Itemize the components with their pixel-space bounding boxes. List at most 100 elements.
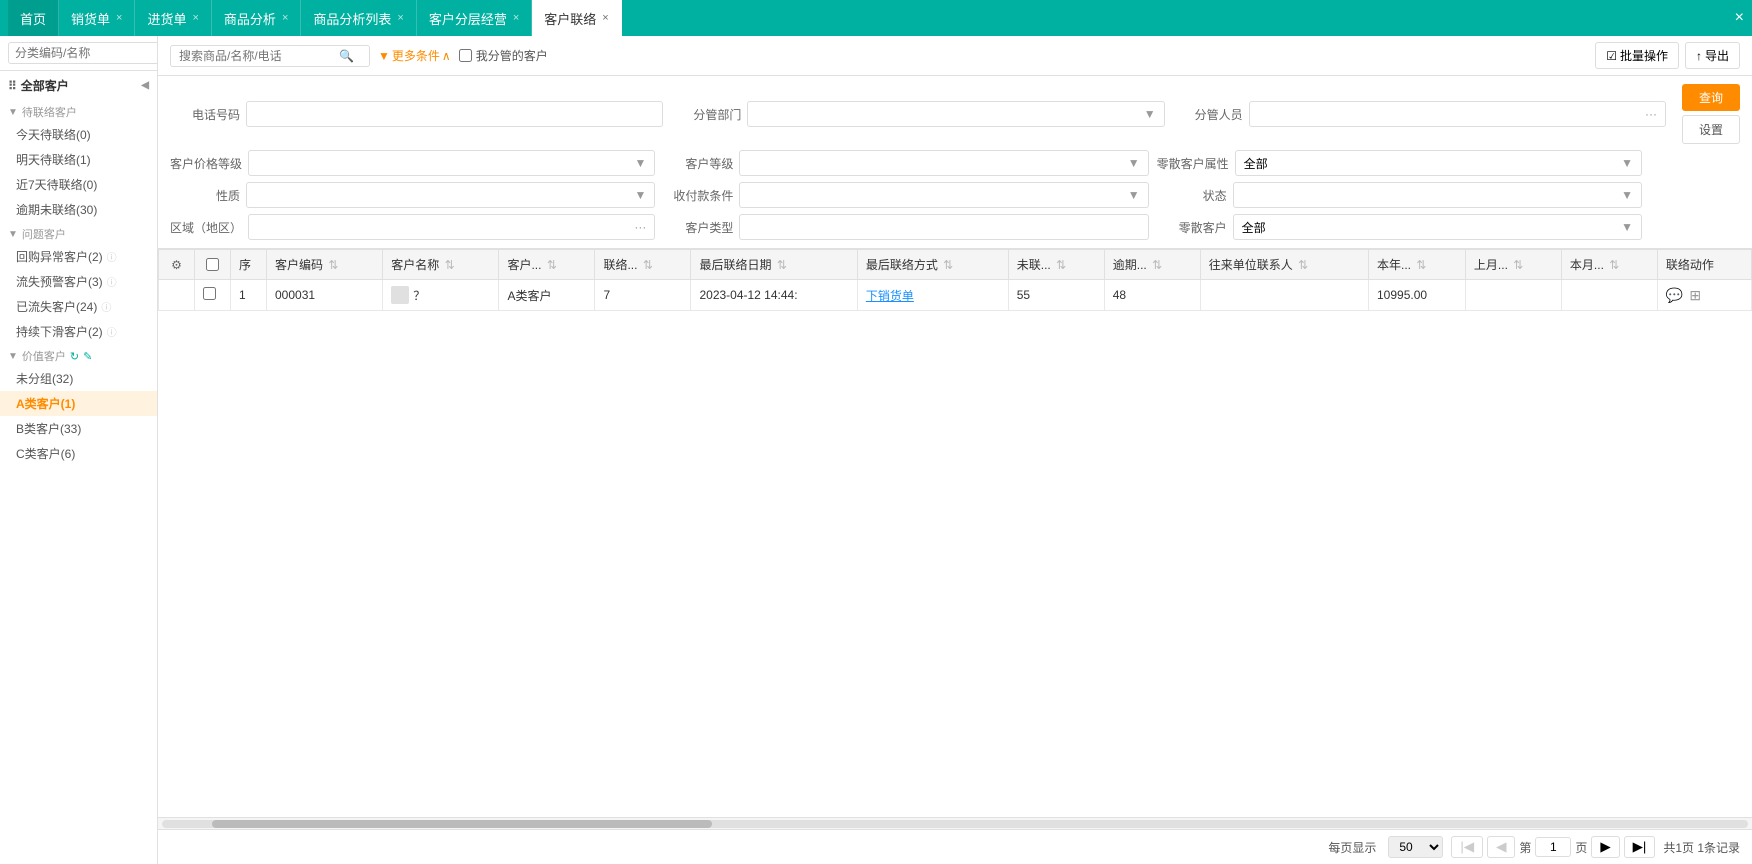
tab-goods-analysis-close[interactable]: ×: [282, 12, 288, 24]
sort-method-icon[interactable]: ⇅: [943, 258, 953, 272]
filter-region-control[interactable]: ···: [248, 214, 655, 240]
group-problem-customers[interactable]: ▼ 问题客户: [0, 222, 157, 244]
batch-checkbox-icon: ☑: [1606, 49, 1617, 63]
tab-customer-tier-close[interactable]: ×: [513, 12, 519, 24]
filter-price-level-control[interactable]: ▼: [248, 150, 655, 176]
sort-not-contacted-icon[interactable]: ⇅: [1056, 258, 1066, 272]
sidebar-item-declining[interactable]: 持续下滑客户(2) ⓘ: [0, 319, 157, 344]
close-all-button[interactable]: ×: [1735, 9, 1744, 27]
sidebar: 🔍 ⠿ 全部客户 ◀ ▼ 待联络客户 今天待联络(0) 明天待联络(1) 近7天…: [0, 36, 158, 864]
filter-actions: ☑ 批量操作 ↑ 导出: [1595, 42, 1740, 69]
group-value-customers[interactable]: ▼ 价值客户 ↻ ✎: [0, 344, 157, 366]
sidebar-item-tomorrow[interactable]: 明天待联络(1): [0, 147, 157, 172]
group-pending-contact[interactable]: ▼ 待联络客户: [0, 100, 157, 122]
content-area: 🔍 ▼ 更多条件 ∧ 我分管的客户 ☑ 批量操作 ↑ 导出: [158, 36, 1752, 864]
cell-date-0: 2023-04-12 14:44:: [691, 280, 857, 311]
info-icon-lost: ⓘ: [101, 299, 111, 314]
tab-purchase-label: 进货单: [147, 9, 186, 28]
sort-person-icon[interactable]: ⇅: [1298, 258, 1308, 272]
sidebar-item-warning[interactable]: 流失预警客户(3) ⓘ: [0, 269, 157, 294]
filter-more-conditions[interactable]: ▼ 更多条件 ∧: [378, 47, 451, 64]
sidebar-item-7days[interactable]: 近7天待联络(0): [0, 172, 157, 197]
filter-nature-control[interactable]: ▼: [246, 182, 655, 208]
tab-customer-contact-close[interactable]: ×: [602, 12, 608, 24]
grid-icon-0[interactable]: ⊞: [1689, 287, 1701, 304]
group-value-arrow: ▼: [8, 351, 18, 362]
tab-goods-list-close[interactable]: ×: [397, 12, 403, 24]
filter-payment-control[interactable]: ▼: [739, 182, 1148, 208]
filter-search-input[interactable]: [179, 49, 339, 63]
row-checkbox-0[interactable]: [203, 287, 216, 300]
sidebar-item-class-b[interactable]: B类客户(33): [0, 416, 157, 441]
filter-chevron-icon: ∧: [442, 49, 451, 63]
scroll-thumb[interactable]: [212, 820, 712, 828]
tab-purchase[interactable]: 进货单 ×: [135, 0, 211, 36]
sort-lastmonth-icon[interactable]: ⇅: [1513, 258, 1523, 272]
sidebar-item-today[interactable]: 今天待联络(0): [0, 122, 157, 147]
page-nav: |◀ ◀ 第 页 ▶ ▶|: [1451, 836, 1655, 858]
sidebar-all-customers[interactable]: ⠿ 全部客户 ◀: [0, 71, 157, 100]
horizontal-scrollbar[interactable]: [158, 817, 1752, 829]
tab-goods-analysis[interactable]: 商品分析 ×: [212, 0, 301, 36]
chat-icon-0[interactable]: 💬: [1666, 287, 1683, 304]
tab-home[interactable]: 首页: [8, 0, 59, 36]
first-page-button[interactable]: |◀: [1451, 836, 1483, 858]
th-seq: 序: [231, 250, 267, 280]
next-page-button[interactable]: ▶: [1591, 836, 1619, 858]
sidebar-item-class-a[interactable]: A类客户(1): [0, 391, 157, 416]
sort-thismonth-icon[interactable]: ⇅: [1609, 258, 1619, 272]
page-input[interactable]: [1535, 837, 1571, 857]
query-button[interactable]: 查询: [1682, 84, 1740, 111]
sort-code-icon[interactable]: ⇅: [328, 258, 338, 272]
sort-contact-icon[interactable]: ⇅: [643, 258, 653, 272]
edit-icon[interactable]: ✎: [83, 350, 92, 363]
sidebar-item-overdue[interactable]: 逾期未联络(30): [0, 197, 157, 222]
cell-overdue-0: 48: [1104, 280, 1200, 311]
batch-operation-button[interactable]: ☑ 批量操作: [1595, 42, 1679, 69]
gear-settings-icon[interactable]: ⚙: [167, 258, 186, 272]
th-last-contact-method-label: 最后联络方式: [866, 258, 938, 272]
my-customers-checkbox[interactable]: [459, 49, 472, 62]
filter-search-wrapper: 🔍: [170, 45, 370, 67]
sidebar-item-unclassified[interactable]: 未分组(32): [0, 366, 157, 391]
sidebar-search-input[interactable]: [8, 42, 158, 64]
filter-my-customers[interactable]: 我分管的客户: [459, 47, 548, 64]
filter-price-level-label: 客户价格等级: [170, 155, 242, 172]
settings-button[interactable]: 设置: [1682, 115, 1740, 144]
filter-phone-control[interactable]: [246, 101, 663, 127]
scroll-track: [162, 820, 1748, 828]
tab-purchase-close[interactable]: ×: [192, 12, 198, 24]
sidebar-item-class-c[interactable]: C类客户(6): [0, 441, 157, 466]
sort-year-icon[interactable]: ⇅: [1416, 258, 1426, 272]
export-button[interactable]: ↑ 导出: [1685, 42, 1740, 69]
tab-sales-close[interactable]: ×: [116, 12, 122, 24]
sidebar-item-lost[interactable]: 已流失客户(24) ⓘ: [0, 294, 157, 319]
filter-retail-customer-control[interactable]: 全部 ▼: [1233, 214, 1642, 240]
sort-ctype-icon[interactable]: ⇅: [547, 258, 557, 272]
cell-name-0: ？: [383, 280, 499, 311]
sort-name-icon[interactable]: ⇅: [445, 258, 455, 272]
refresh-icon[interactable]: ↻: [70, 350, 79, 363]
filter-retail-attr-control[interactable]: 全部 ▼: [1235, 150, 1642, 176]
filter-status-control[interactable]: ▼: [1233, 182, 1642, 208]
page-size-select[interactable]: 50 100 200: [1388, 836, 1443, 858]
cell-gear-0: [159, 280, 195, 311]
tab-customer-tier[interactable]: 客户分层经营 ×: [417, 0, 532, 36]
sort-date-icon[interactable]: ⇅: [777, 258, 787, 272]
contact-method-link-0[interactable]: 下销货单: [866, 289, 914, 303]
filter-customer-type-control[interactable]: [739, 214, 1148, 240]
filter-search-icon[interactable]: 🔍: [339, 49, 354, 63]
last-page-button[interactable]: ▶|: [1624, 836, 1656, 858]
select-all-checkbox[interactable]: [206, 258, 219, 271]
sidebar-item-class-b-label: B类客户(33): [16, 420, 81, 437]
filter-customer-level-control[interactable]: ▼: [739, 150, 1148, 176]
sort-overdue-icon[interactable]: ⇅: [1152, 258, 1162, 272]
sidebar-item-abnormal[interactable]: 回购异常客户(2) ⓘ: [0, 244, 157, 269]
tab-goods-list[interactable]: 商品分析列表 ×: [301, 0, 416, 36]
prev-page-button[interactable]: ◀: [1487, 836, 1515, 858]
tab-customer-contact[interactable]: 客户联络 ×: [532, 0, 621, 36]
batch-operation-label: 批量操作: [1620, 47, 1668, 64]
filter-manager-control[interactable]: ···: [1249, 101, 1666, 127]
filter-dept-control[interactable]: ▼: [747, 101, 1164, 127]
tab-sales[interactable]: 销货单 ×: [59, 0, 135, 36]
